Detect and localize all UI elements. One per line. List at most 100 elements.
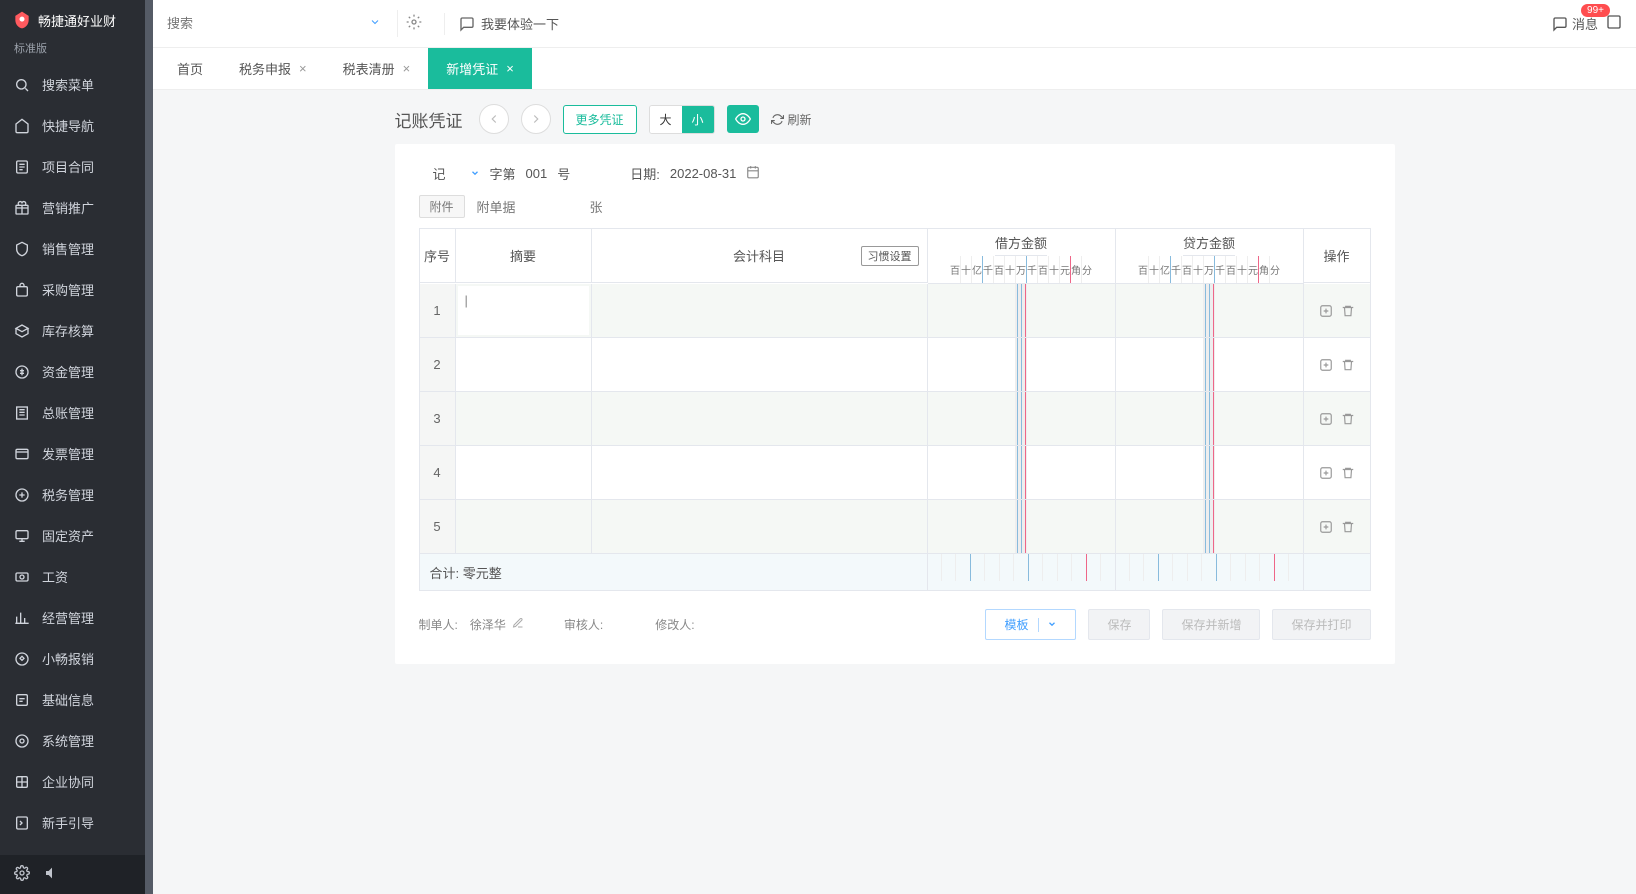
summary-input[interactable] xyxy=(458,286,589,335)
cell-subject[interactable] xyxy=(592,392,928,446)
search-input[interactable] xyxy=(167,16,363,31)
sidebar-item-10[interactable]: 税务管理 xyxy=(0,474,145,515)
sidebar-item-17[interactable]: 企业协同 xyxy=(0,761,145,802)
next-voucher-button[interactable] xyxy=(521,104,551,134)
save-button[interactable]: 保存 xyxy=(1088,609,1150,640)
digit-cell[interactable] xyxy=(1214,338,1215,391)
settings-gear-icon[interactable] xyxy=(14,865,30,884)
cell-summary[interactable] xyxy=(456,500,592,554)
delete-row-icon[interactable] xyxy=(1341,520,1355,534)
digit-cell xyxy=(1231,554,1245,581)
sidebar-item-7[interactable]: 资金管理 xyxy=(0,351,145,392)
digit-cell[interactable] xyxy=(1026,446,1027,499)
add-row-icon[interactable] xyxy=(1319,358,1333,372)
voucher-type-dropdown-icon[interactable] xyxy=(470,166,480,181)
voucher-number[interactable]: 001 xyxy=(526,166,548,181)
template-button[interactable]: 模板 xyxy=(985,609,1076,640)
tab-3[interactable]: 新增凭证× xyxy=(428,48,532,89)
cell-subject[interactable] xyxy=(592,446,928,500)
tab-2[interactable]: 税表清册× xyxy=(325,48,429,89)
delete-row-icon[interactable] xyxy=(1341,304,1355,318)
try-link[interactable]: 我要体验一下 xyxy=(459,14,559,33)
cell-credit[interactable] xyxy=(1116,284,1304,338)
save-and-print-button[interactable]: 保存并打印 xyxy=(1272,609,1370,640)
prev-voucher-button[interactable] xyxy=(479,104,509,134)
calendar-icon[interactable] xyxy=(746,165,760,182)
add-row-icon[interactable] xyxy=(1319,304,1333,318)
messages-button[interactable]: 消息 99+ xyxy=(1552,14,1598,33)
digit-cell[interactable] xyxy=(1214,284,1215,337)
habit-settings-button[interactable]: 习惯设置 xyxy=(861,246,919,266)
attachment-button[interactable]: 附件 xyxy=(419,195,465,218)
cell-debit[interactable] xyxy=(928,338,1116,392)
sound-icon[interactable] xyxy=(44,865,60,884)
date-value[interactable]: 2022-08-31 xyxy=(670,166,737,181)
close-icon[interactable]: × xyxy=(403,61,411,76)
digit-cell[interactable] xyxy=(1026,392,1027,445)
add-row-icon[interactable] xyxy=(1319,520,1333,534)
sidebar-item-8[interactable]: 总账管理 xyxy=(0,392,145,433)
cell-debit[interactable] xyxy=(928,446,1116,500)
refresh-button[interactable]: 刷新 xyxy=(771,111,812,128)
sidebar-item-1[interactable]: 快捷导航 xyxy=(0,105,145,146)
cell-summary[interactable] xyxy=(456,446,592,500)
sidebar-item-4[interactable]: 销售管理 xyxy=(0,228,145,269)
sidebar-item-18[interactable]: 新手引导 xyxy=(0,802,145,843)
cell-subject[interactable] xyxy=(592,500,928,554)
cell-debit[interactable] xyxy=(928,284,1116,338)
digit-cell[interactable] xyxy=(1214,392,1215,445)
sidebar-item-15[interactable]: 基础信息 xyxy=(0,679,145,720)
expand-icon[interactable] xyxy=(1606,14,1622,33)
add-row-icon[interactable] xyxy=(1319,412,1333,426)
sidebar-item-13[interactable]: 经营管理 xyxy=(0,597,145,638)
cell-summary[interactable] xyxy=(456,392,592,446)
delete-row-icon[interactable] xyxy=(1341,358,1355,372)
search-settings-icon[interactable] xyxy=(397,10,430,37)
edit-creator-icon[interactable] xyxy=(512,617,524,632)
cell-subject[interactable] xyxy=(592,338,928,392)
cell-credit[interactable] xyxy=(1116,392,1304,446)
cell-summary[interactable] xyxy=(456,284,592,338)
delete-row-icon[interactable] xyxy=(1341,412,1355,426)
digit-cell[interactable] xyxy=(1026,338,1027,391)
close-icon[interactable]: × xyxy=(506,61,514,76)
more-vouchers-button[interactable]: 更多凭证 xyxy=(563,105,637,134)
tab-1[interactable]: 税务申报× xyxy=(221,48,325,89)
cell-seq: 1 xyxy=(420,284,456,338)
size-small-button[interactable]: 小 xyxy=(682,106,714,133)
voucher-type[interactable]: 记 xyxy=(419,162,460,185)
cell-subject[interactable] xyxy=(592,284,928,338)
sidebar-item-6[interactable]: 库存核算 xyxy=(0,310,145,351)
cell-debit[interactable] xyxy=(928,500,1116,554)
sidebar-item-12[interactable]: 工资 xyxy=(0,556,145,597)
tab-0[interactable]: 首页 xyxy=(159,48,221,89)
cell-debit[interactable] xyxy=(928,392,1116,446)
save-and-new-button[interactable]: 保存并新增 xyxy=(1162,609,1260,640)
digit-cell[interactable] xyxy=(1214,500,1215,553)
edition-label: 标准版 xyxy=(0,40,145,64)
digit-cell[interactable] xyxy=(1026,284,1027,337)
sidebar-item-0[interactable]: 搜索菜单 xyxy=(0,64,145,105)
sidebar-item-label: 固定资产 xyxy=(42,526,94,545)
digit-cell[interactable] xyxy=(1026,500,1027,553)
sidebar-scrollbar[interactable] xyxy=(145,0,153,894)
sidebar-item-9[interactable]: 发票管理 xyxy=(0,433,145,474)
sidebar-item-11[interactable]: 固定资产 xyxy=(0,515,145,556)
cell-credit[interactable] xyxy=(1116,338,1304,392)
digit-cell[interactable] xyxy=(1214,446,1215,499)
delete-row-icon[interactable] xyxy=(1341,466,1355,480)
sidebar-item-2[interactable]: 项目合同 xyxy=(0,146,145,187)
add-row-icon[interactable] xyxy=(1319,466,1333,480)
preview-button[interactable] xyxy=(727,105,759,133)
sidebar-item-16[interactable]: 系统管理 xyxy=(0,720,145,761)
cell-credit[interactable] xyxy=(1116,446,1304,500)
cell-credit[interactable] xyxy=(1116,500,1304,554)
template-dropdown-icon[interactable] xyxy=(1038,618,1057,632)
sidebar-item-14[interactable]: 小畅报销 xyxy=(0,638,145,679)
sidebar-item-5[interactable]: 采购管理 xyxy=(0,269,145,310)
search-dropdown-icon[interactable] xyxy=(363,16,387,31)
close-icon[interactable]: × xyxy=(299,61,307,76)
size-big-button[interactable]: 大 xyxy=(650,106,682,133)
sidebar-item-3[interactable]: 营销推广 xyxy=(0,187,145,228)
cell-summary[interactable] xyxy=(456,338,592,392)
